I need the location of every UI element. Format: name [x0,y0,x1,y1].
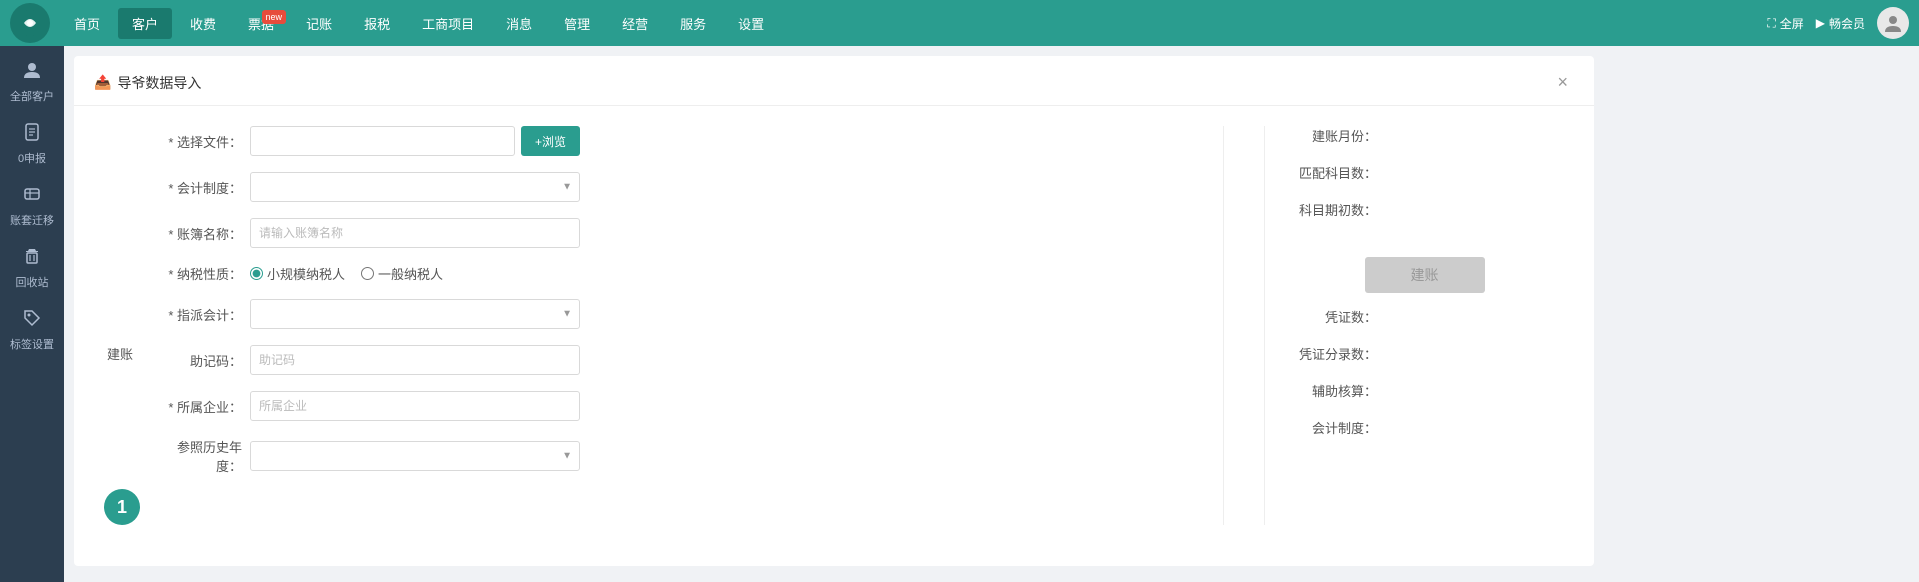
company-input[interactable] [250,391,580,421]
tax-type-small-label[interactable]: 小规模纳税人 [250,264,345,283]
dialog-panel: 📤 导爷数据导入 × 建账 1 * 选择文件： [74,56,1594,566]
tax-type-general-label[interactable]: 一般纳税人 [361,264,443,283]
nav-item-message[interactable]: 消息 [492,8,546,39]
migration-icon [22,184,42,209]
history-year-label: 参照历史年度： [160,437,250,475]
sidebar-item-recycle[interactable]: 回收站 [0,238,64,298]
history-year-select-wrap: ▼ [250,441,580,471]
nav-item-manage[interactable]: 管理 [550,8,604,39]
sidebar-item-tag-settings[interactable]: 标签设置 [0,300,64,360]
accountant-select[interactable] [250,299,580,329]
accounting-system-row: * 会计制度： ▼ [160,172,580,202]
file-input-group: +浏览 [250,126,580,156]
info-match-label: 匹配科目数： [1285,163,1385,182]
info-voucher-label: 凭证数： [1285,307,1385,326]
nav-menu: 首页 客户 收费 票据 new 记账 报税 工商项目 消息 管理 经营 服务 设… [60,8,1767,39]
tax-type-label: * 纳税性质： [160,264,250,283]
history-year-select[interactable] [250,441,580,471]
nav-item-service[interactable]: 服务 [666,8,720,39]
dialog-title: 📤 导爷数据导入 [94,73,201,93]
accountant-select-wrap: ▼ [250,299,580,329]
close-button[interactable]: × [1551,70,1574,95]
info-match-row: 匹配科目数： [1285,163,1564,182]
tax-type-radio-group: 小规模纳税人 一般纳税人 [250,264,580,283]
new-badge: new [262,10,287,25]
memo-label: 助记码： [160,351,250,370]
tax-type-row: * 纳税性质： 小规模纳税人 一般纳税人 [160,264,580,283]
info-voucher-records-label: 凭证分录数： [1285,344,1385,363]
all-clients-icon [22,60,42,85]
nav-right-area: ⛶ 全屏 ▶ 畅会员 [1767,7,1909,39]
form-grid: * 选择文件： +浏览 * 会计制度： ▼ [160,126,580,491]
sidebar-item-declaration-label: 0申报 [18,150,46,166]
file-input[interactable] [250,126,515,156]
user-avatar[interactable] [1877,7,1909,39]
info-auxiliary-label: 辅助核算： [1285,381,1385,400]
accounting-system-select[interactable] [250,172,580,202]
fullscreen-button[interactable]: ⛶ 全屏 [1767,15,1803,32]
nav-item-clients[interactable]: 客户 [118,8,172,39]
info-voucher-row: 凭证数： [1285,307,1564,326]
tax-type-general-radio[interactable] [361,267,374,280]
create-account-button[interactable]: 建账 [1365,257,1485,293]
sidebar-item-all-clients-label: 全部客户 [10,88,54,104]
nav-item-tax[interactable]: 报税 [350,8,404,39]
accountant-row: * 指派会计： ▼ [160,299,580,329]
step-label: 建账 [107,344,133,363]
info-accounting-sys-row: 会计制度： [1285,418,1564,437]
sidebar: 全部客户 0申报 账套迁移 [0,46,64,582]
history-year-row: 参照历史年度： ▼ [160,437,580,475]
info-area: 建账月份： 匹配科目数： 科目期初数： 建账 凭证数： [1264,126,1564,525]
vertical-divider [1223,126,1224,525]
nav-item-operation[interactable]: 经营 [608,8,662,39]
sidebar-item-migration[interactable]: 账套迁移 [0,176,64,236]
nav-item-home[interactable]: 首页 [60,8,114,39]
memo-input[interactable] [250,345,580,375]
info-period-label: 科目期初数： [1285,200,1385,219]
info-accounting-sys-label: 会计制度： [1285,418,1385,437]
sidebar-item-recycle-label: 回收站 [16,274,49,290]
top-navigation: 首页 客户 收费 票据 new 记账 报税 工商项目 消息 管理 经营 服务 设… [0,0,1919,46]
info-auxiliary-row: 辅助核算： [1285,381,1564,400]
accounting-system-select-wrap: ▼ [250,172,580,202]
dialog-body: 建账 1 * 选择文件： +浏览 * 会计制度： [74,106,1594,545]
sidebar-item-migration-label: 账套迁移 [10,212,54,228]
info-period-row: 科目期初数： [1285,200,1564,219]
browse-button[interactable]: +浏览 [521,126,580,156]
nav-item-tickets[interactable]: 票据 new [234,8,288,39]
info-month-label: 建账月份： [1285,126,1385,145]
dialog-header: 📤 导爷数据导入 × [74,56,1594,106]
sidebar-item-declaration[interactable]: 0申报 [0,114,64,174]
file-row: * 选择文件： +浏览 [160,126,580,156]
accounting-system-label: * 会计制度： [160,178,250,197]
nav-item-accounting[interactable]: 记账 [292,8,346,39]
info-month-row: 建账月份： [1285,126,1564,145]
info-voucher-records-row: 凭证分录数： [1285,344,1564,363]
dialog-title-icon: 📤 [94,74,111,91]
accountant-label: * 指派会计： [160,305,250,324]
ledger-name-input[interactable] [250,218,580,248]
form-area: 建账 1 * 选择文件： +浏览 * 会计制度： [104,126,1183,525]
step-badge: 1 [104,489,140,525]
nav-item-settings[interactable]: 设置 [724,8,778,39]
company-label: * 所属企业： [160,397,250,416]
ledger-name-row: * 账簿名称： [160,218,580,248]
memo-row: 助记码： [160,345,580,375]
declaration-icon [22,122,42,147]
vip-button[interactable]: ▶ 畅会员 [1816,15,1865,32]
tax-type-small-radio[interactable] [250,267,263,280]
tag-settings-icon [22,308,42,333]
main-area: 📤 导爷数据导入 × 建账 1 * 选择文件： [64,46,1919,582]
fullscreen-icon: ⛶ [1767,16,1775,31]
vip-icon: ▶ [1816,16,1825,30]
ledger-name-label: * 账簿名称： [160,224,250,243]
sidebar-item-tag-settings-label: 标签设置 [10,336,54,352]
recycle-icon [22,246,42,271]
nav-item-fees[interactable]: 收费 [176,8,230,39]
file-label: * 选择文件： [160,132,250,151]
sidebar-item-all-clients[interactable]: 全部客户 [0,52,64,112]
nav-item-business[interactable]: 工商项目 [408,8,488,39]
company-row: * 所属企业： [160,391,580,421]
app-logo[interactable] [10,3,50,43]
